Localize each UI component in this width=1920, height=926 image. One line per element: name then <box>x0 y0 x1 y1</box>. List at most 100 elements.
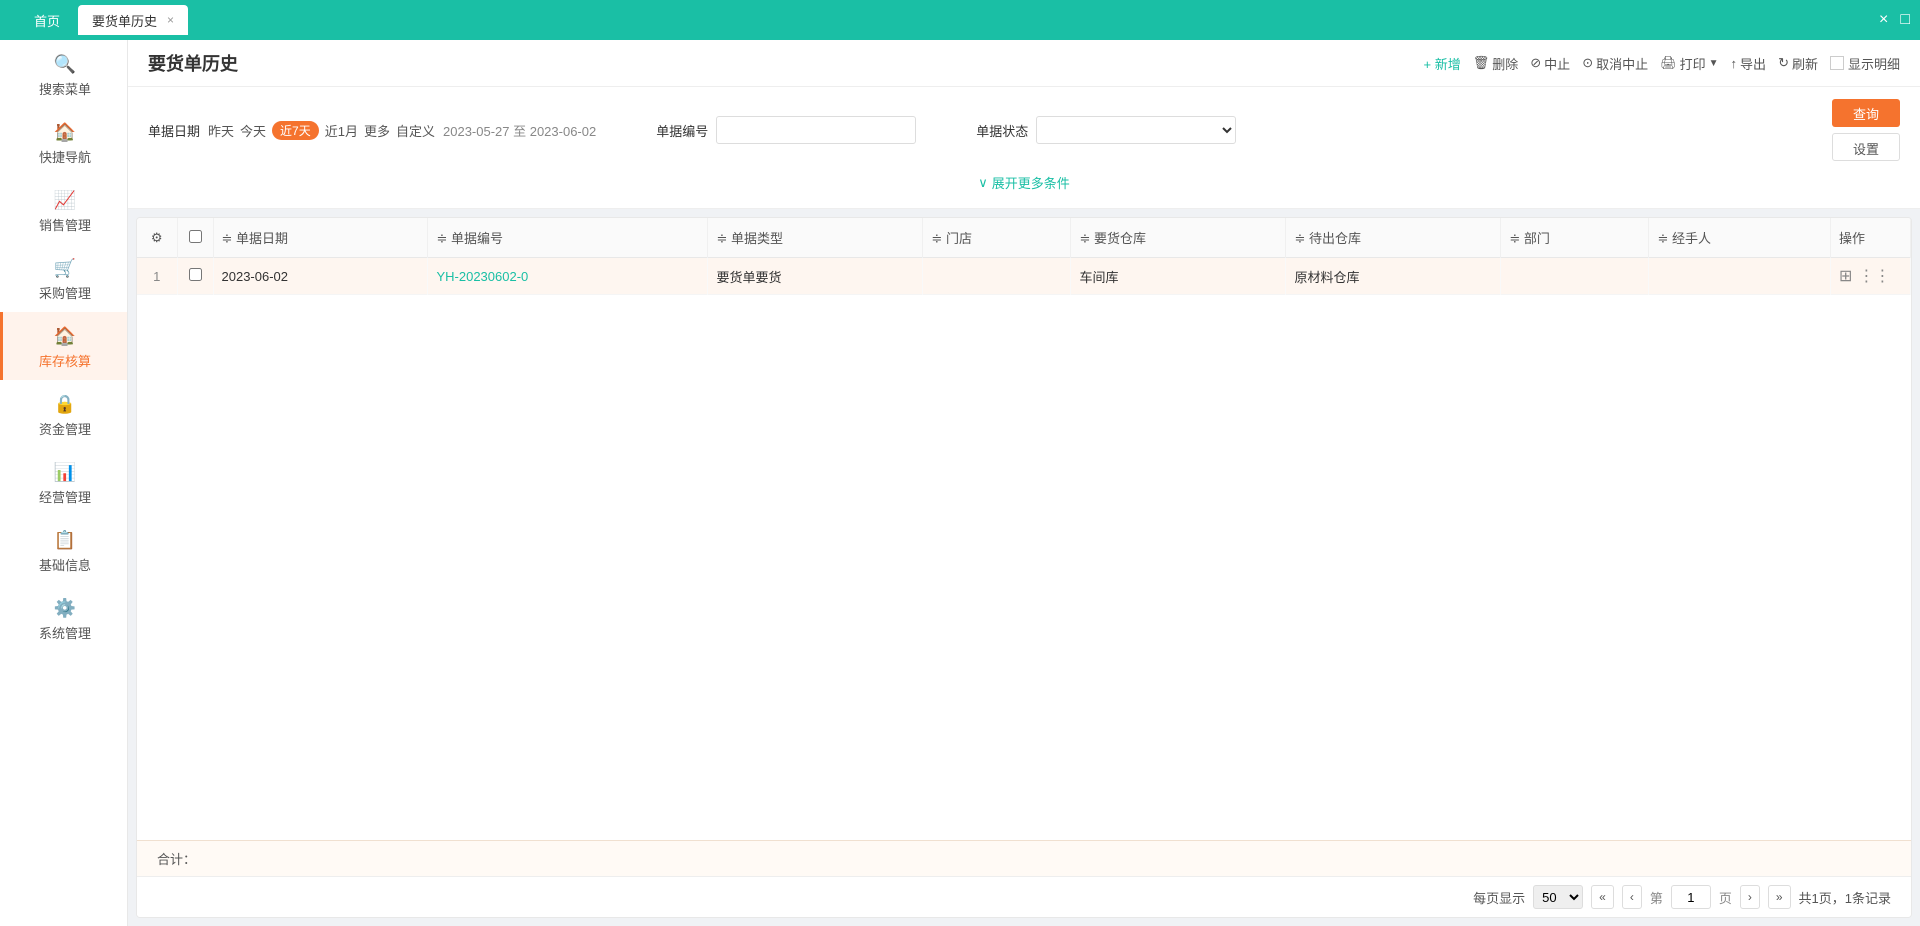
window-close-btn[interactable]: × <box>1879 11 1888 29</box>
delete-icon: 🗑 <box>1473 55 1490 71</box>
main-layout: 🔍 搜索菜单 🏠 快捷导航 📈 销售管理 🛒 采购管理 🏠 库存核算 🔒 资金管… <box>0 40 1920 926</box>
main-table: ⚙ ≑ 单据日期 ≑ 单据编号 ≑ 单据类型 <box>137 218 1911 295</box>
col-pending-warehouse[interactable]: ≑ 待出仓库 <box>1286 218 1501 258</box>
page-size-label: 每页显示 <box>1473 888 1525 907</box>
table-body: 1 2023-06-02 YH-20230602-0 要货单要货 车间库 <box>137 258 1911 295</box>
print-icon: 🖨 <box>1660 55 1677 71</box>
row-docnum-link[interactable]: YH-20230602-0 <box>436 269 528 284</box>
new-button[interactable]: + 新增 <box>1424 54 1461 73</box>
row-checkbox[interactable] <box>189 268 202 281</box>
docnum-filter-label: 单据编号 <box>656 121 708 140</box>
quick-nav-icon: 🏠 <box>54 122 76 143</box>
refresh-button[interactable]: ↻ 刷新 <box>1778 54 1818 73</box>
col-store[interactable]: ≑ 门店 <box>923 218 1071 258</box>
window-maximize-btn[interactable]: □ <box>1900 11 1910 29</box>
row-checkbox-cell <box>177 258 213 295</box>
sidebar-item-finance[interactable]: 🔒 资金管理 <box>0 380 127 448</box>
tab-home-label: 首页 <box>34 11 60 30</box>
page-input[interactable] <box>1671 885 1711 909</box>
select-all-checkbox[interactable] <box>189 230 202 243</box>
query-button[interactable]: 查询 <box>1832 99 1900 127</box>
page-label: 第 <box>1650 888 1663 907</box>
col-docdate[interactable]: ≑ 单据日期 <box>213 218 428 258</box>
filter-row-1: 单据日期 昨天 今天 近7天 近1月 更多 自定义 2023-05-27 至 2… <box>148 99 1900 161</box>
page-first-button[interactable]: « <box>1591 885 1614 909</box>
page-last-button[interactable]: » <box>1768 885 1791 909</box>
date-shortcut-more[interactable]: 更多 <box>364 121 390 140</box>
col-settings[interactable]: ⚙ <box>137 218 177 258</box>
page-title: 要货单历史 <box>148 50 238 76</box>
sidebar-item-purchase-label: 采购管理 <box>39 283 91 302</box>
sidebar-item-basic-info[interactable]: 📋 基础信息 <box>0 516 127 584</box>
date-shortcut-today[interactable]: 今天 <box>240 121 266 140</box>
row-op-icons: ⊞ ⋮⋮ <box>1839 266 1902 286</box>
sidebar-item-inventory[interactable]: 🏠 库存核算 <box>0 312 127 380</box>
settings-button[interactable]: 设置 <box>1832 133 1900 161</box>
summary-label: 合计： <box>157 852 196 867</box>
date-filter-group: 单据日期 昨天 今天 近7天 近1月 更多 自定义 2023-05-27 至 2… <box>148 121 596 140</box>
status-filter-select[interactable] <box>1036 116 1236 144</box>
sidebar-item-quick-nav-label: 快捷导航 <box>39 147 91 166</box>
col-checkbox <box>177 218 213 258</box>
col-dept[interactable]: ≑ 部门 <box>1501 218 1649 258</box>
sidebar-item-quick-nav[interactable]: 🏠 快捷导航 <box>0 108 127 176</box>
table-container: ⚙ ≑ 单据日期 ≑ 单据编号 ≑ 单据类型 <box>137 218 1911 840</box>
status-filter-group: 单据状态 <box>976 116 1236 144</box>
row-pending-warehouse: 原材料仓库 <box>1286 258 1501 295</box>
stop-button[interactable]: ⊘ 中止 <box>1530 54 1570 73</box>
page-end-label: 页 <box>1719 888 1732 907</box>
row-view-icon[interactable]: ⊞ <box>1839 266 1852 286</box>
sidebar-item-search-menu[interactable]: 🔍 搜索菜单 <box>0 40 127 108</box>
row-operations: ⊞ ⋮⋮ <box>1831 258 1911 295</box>
col-docnum[interactable]: ≑ 单据编号 <box>428 218 708 258</box>
sidebar-item-finance-label: 资金管理 <box>39 419 91 438</box>
page-prev-button[interactable]: ‹ <box>1622 885 1642 909</box>
date-shortcut-custom[interactable]: 自定义 <box>396 121 435 140</box>
row-number: 1 <box>137 258 177 295</box>
sidebar-item-sales-label: 销售管理 <box>39 215 91 234</box>
col-req-warehouse[interactable]: ≑ 要货仓库 <box>1071 218 1286 258</box>
tab-list: 首页 要货单历史 × <box>20 5 1879 35</box>
row-docdate: 2023-06-02 <box>213 258 428 295</box>
system-icon: ⚙️ <box>54 598 76 619</box>
inventory-icon: 🏠 <box>54 326 76 347</box>
export-icon: ↑ <box>1731 56 1738 71</box>
sidebar-item-sales[interactable]: 📈 销售管理 <box>0 176 127 244</box>
tab-history[interactable]: 要货单历史 × <box>78 5 188 35</box>
row-more-icon[interactable]: ⋮⋮ <box>1858 266 1890 286</box>
content: 要货单历史 + 新增 🗑 删除 ⊘ 中止 ⊙ 取消中止 🖨 打印 <box>128 40 1920 926</box>
filter-area: 单据日期 昨天 今天 近7天 近1月 更多 自定义 2023-05-27 至 2… <box>128 87 1920 209</box>
expand-more-icon: ∨ <box>978 175 988 191</box>
tab-close-icon[interactable]: × <box>167 13 174 27</box>
toolbar: + 新增 🗑 删除 ⊘ 中止 ⊙ 取消中止 🖨 打印 ▼ <box>1424 54 1900 73</box>
tab-history-label: 要货单历史 <box>92 11 157 30</box>
sidebar-item-purchase[interactable]: 🛒 采购管理 <box>0 244 127 312</box>
purchase-icon: 🛒 <box>54 258 76 279</box>
sidebar: 🔍 搜索菜单 🏠 快捷导航 📈 销售管理 🛒 采购管理 🏠 库存核算 🔒 资金管… <box>0 40 128 926</box>
date-range-display: 2023-05-27 至 2023-06-02 <box>443 121 596 140</box>
cancel-stop-button[interactable]: ⊙ 取消中止 <box>1582 54 1648 73</box>
date-shortcut-yesterday[interactable]: 昨天 <box>208 121 234 140</box>
delete-button[interactable]: 🗑 删除 <box>1473 54 1519 73</box>
sidebar-item-operations-label: 经营管理 <box>39 487 91 506</box>
print-button[interactable]: 🖨 打印 ▼ <box>1660 54 1718 73</box>
page-size-select[interactable]: 50 100 <box>1533 885 1583 909</box>
sidebar-item-system[interactable]: ⚙️ 系统管理 <box>0 584 127 652</box>
expand-more-button[interactable]: ∨ 展开更多条件 <box>148 169 1900 196</box>
date-shortcut-1month[interactable]: 近1月 <box>325 121 358 140</box>
table-header-row: ⚙ ≑ 单据日期 ≑ 单据编号 ≑ 单据类型 <box>137 218 1911 258</box>
date-shortcut-7days[interactable]: 近7天 <box>272 121 319 140</box>
row-store <box>923 258 1071 295</box>
tab-home[interactable]: 首页 <box>20 5 74 35</box>
export-button[interactable]: ↑ 导出 <box>1731 54 1767 73</box>
top-bar: 首页 要货单历史 × × □ <box>0 0 1920 40</box>
basic-info-icon: 📋 <box>54 530 76 551</box>
display-cell-button[interactable]: 显示明细 <box>1830 54 1900 73</box>
table-header: ⚙ ≑ 单据日期 ≑ 单据编号 ≑ 单据类型 <box>137 218 1911 258</box>
page-next-button[interactable]: › <box>1740 885 1760 909</box>
sidebar-item-operations[interactable]: 📊 经营管理 <box>0 448 127 516</box>
col-doctype[interactable]: ≑ 单据类型 <box>708 218 923 258</box>
docnum-filter-input[interactable] <box>716 116 916 144</box>
col-handler[interactable]: ≑ 经手人 <box>1649 218 1831 258</box>
docnum-filter-group: 单据编号 <box>656 116 916 144</box>
